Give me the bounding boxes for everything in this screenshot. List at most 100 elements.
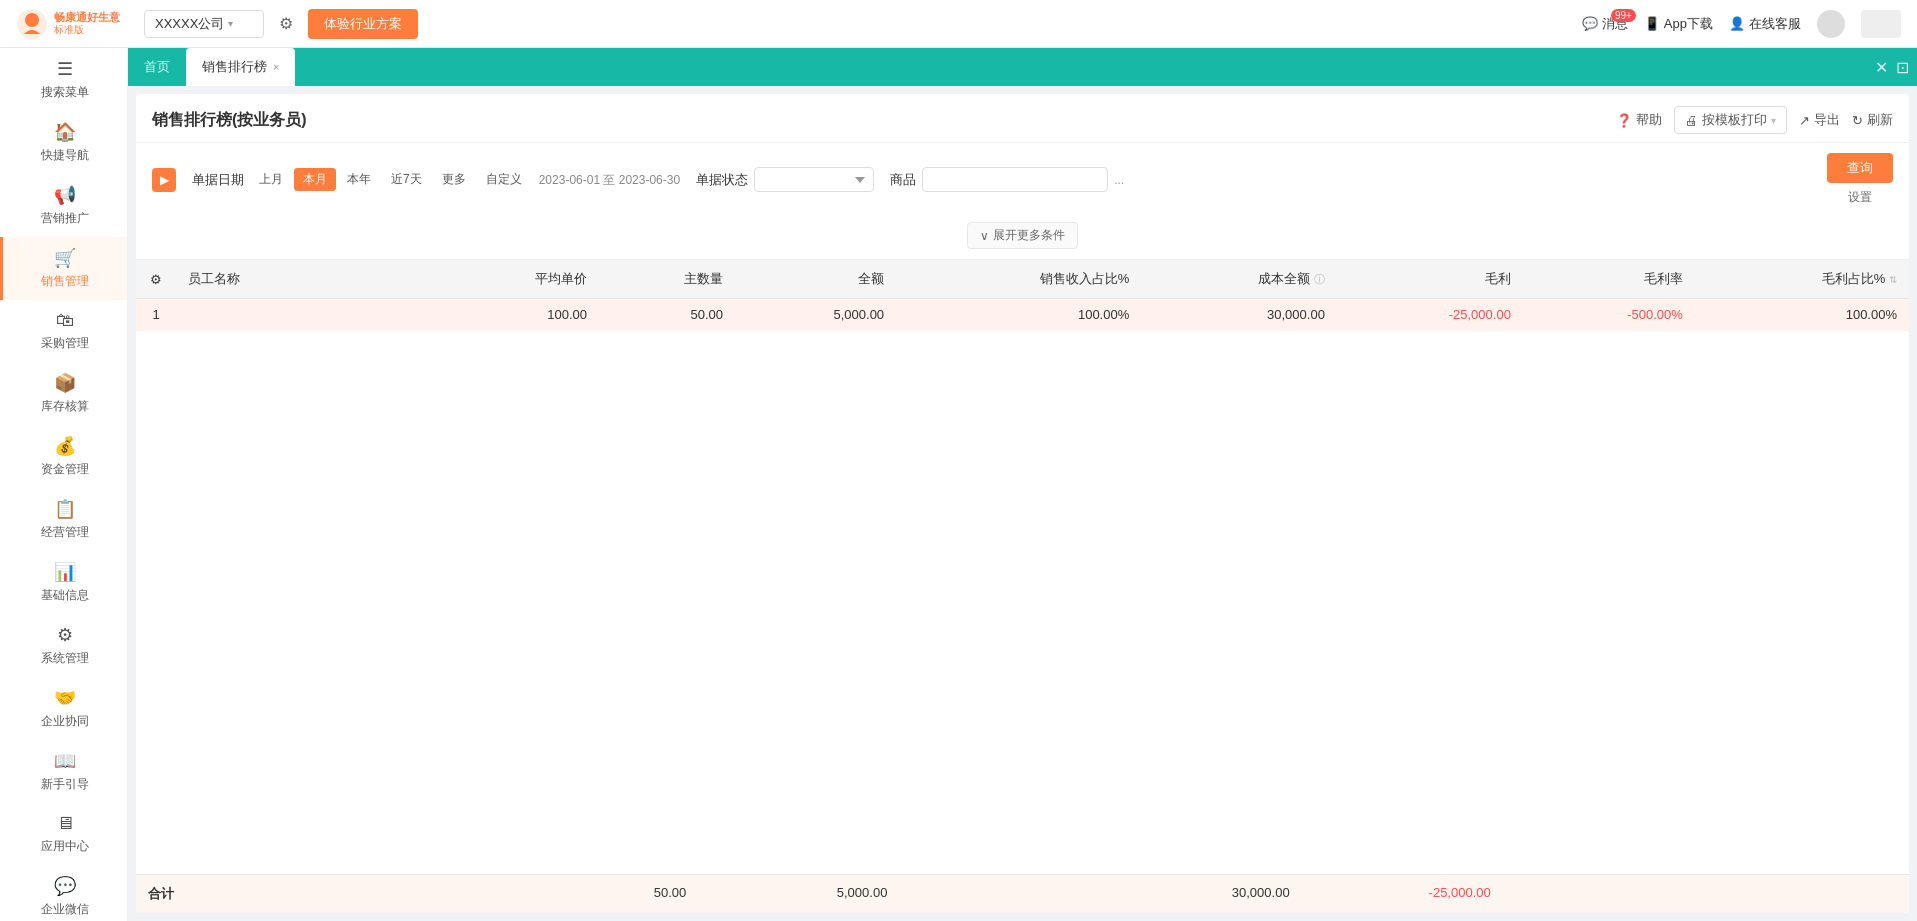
sidebar-item-wechat[interactable]: 💬 企业微信 — [0, 865, 127, 921]
print-btn[interactable]: 🖨 按模板打印 ▾ — [1674, 106, 1787, 134]
footer-label: 合计 — [148, 885, 288, 903]
page-content: 销售排行榜(按业务员) ❓ 帮助 🖨 按模板打印 ▾ ↗ 导出 — [136, 94, 1909, 913]
col-avg-price: 平均单价 — [435, 260, 599, 299]
company-settings-icon[interactable]: ⚙ — [272, 10, 300, 38]
footer-avg-price — [288, 885, 489, 903]
expand-more-btn[interactable]: ∨ 展开更多条件 — [967, 222, 1078, 249]
app-download-btn[interactable]: 📱 App下载 — [1644, 15, 1713, 33]
home-tab-label: 首页 — [144, 58, 170, 76]
search-menu-icon: ☰ — [57, 58, 73, 80]
table-row: 1 100.00 50.00 5,000.00 100.00% 30,000.0… — [136, 299, 1909, 331]
refresh-btn[interactable]: ↻ 刷新 — [1852, 111, 1893, 129]
sidebar-label-finance: 资金管理 — [41, 461, 89, 478]
footer-sales-pct — [891, 885, 1092, 903]
company-name: XXXXX公司 — [155, 15, 224, 33]
date-tab-custom[interactable]: 自定义 — [477, 168, 531, 191]
footer-total: 5,000.00 — [690, 885, 891, 903]
filter-row: ▶ 单据日期 上月 本月 本年 近7天 更多 自定义 2023- — [152, 153, 1893, 206]
date-tab-7-days[interactable]: 近7天 — [382, 168, 431, 191]
sidebar-label-quicknav: 快捷导航 — [41, 147, 89, 164]
cell-rank: 1 — [136, 299, 176, 331]
cell-main-qty: 50.00 — [599, 299, 735, 331]
svg-point-1 — [25, 13, 39, 27]
online-service-label: 在线客服 — [1749, 15, 1801, 33]
sidebar-item-operations[interactable]: 📋 经营管理 — [0, 488, 127, 551]
date-tab-this-month[interactable]: 本月 — [294, 168, 336, 191]
sidebar-item-enterprise[interactable]: 🤝 企业协同 — [0, 677, 127, 740]
sidebar-item-marketing[interactable]: 📢 营销推广 — [0, 174, 127, 237]
online-service-btn[interactable]: 👤 在线客服 — [1729, 15, 1801, 33]
message-badge: 99+ — [1611, 9, 1636, 22]
company-selector[interactable]: XXXXX公司 ▾ — [144, 10, 264, 38]
tab-close-icon[interactable]: × — [273, 61, 279, 73]
date-tab-more[interactable]: 更多 — [433, 168, 475, 191]
message-btn[interactable]: 💬 消息 99+ — [1582, 15, 1628, 33]
logo-icon — [16, 8, 48, 40]
sidebar-item-inventory[interactable]: 📦 库存核算 — [0, 362, 127, 425]
sidebar-item-system[interactable]: ⚙ 系统管理 — [0, 614, 127, 677]
sidebar-label-enterprise: 企业协同 — [41, 713, 89, 730]
cell-gross-pct: 100.00% — [1695, 299, 1909, 331]
export-btn[interactable]: ↗ 导出 — [1799, 111, 1840, 129]
sidebar-item-search[interactable]: ☰ 搜索菜单 — [0, 48, 127, 111]
system-icon: ⚙ — [57, 624, 73, 646]
active-tab-label: 销售排行榜 — [202, 58, 267, 76]
date-tabs: 上月 本月 本年 近7天 更多 自定义 — [250, 168, 531, 191]
status-filter-select[interactable] — [754, 167, 874, 192]
tab-home[interactable]: 首页 — [128, 48, 186, 86]
sidebar: ☰ 搜索菜单 🏠 快捷导航 📢 营销推广 🛒 销售管理 🛍 采购管理 📦 库存核… — [0, 48, 128, 921]
sidebar-label-search: 搜索菜单 — [41, 84, 89, 101]
avatar[interactable] — [1817, 10, 1845, 38]
window-expand-icon[interactable]: ⊡ — [1896, 58, 1909, 77]
goods-filter-input[interactable] — [922, 167, 1108, 192]
col-name: 员工名称 — [176, 260, 435, 299]
query-section: 查询 设置 — [1827, 153, 1893, 206]
footer-cells: 50.00 5,000.00 30,000.00 -25,000.00 — [288, 885, 1897, 903]
filter-toggle-btn[interactable]: ▶ — [152, 168, 176, 192]
sort-icon[interactable]: ⇅ — [1889, 274, 1897, 285]
footer-gross: -25,000.00 — [1294, 885, 1495, 903]
sidebar-item-apps[interactable]: 🖥 应用中心 — [0, 803, 127, 865]
goods-filter-label: 商品 — [890, 171, 916, 189]
cell-gross: -25,000.00 — [1337, 299, 1523, 331]
home-icon: 🏠 — [54, 121, 76, 143]
query-button[interactable]: 查询 — [1827, 153, 1893, 183]
sidebar-label-apps: 应用中心 — [41, 838, 89, 855]
sidebar-item-guide[interactable]: 📖 新手引导 — [0, 740, 127, 803]
col-gross: 毛利 — [1337, 260, 1523, 299]
inventory-icon: 📦 — [54, 372, 76, 394]
enterprise-icon: 🤝 — [54, 687, 76, 709]
window-close-icon[interactable]: ✕ — [1875, 58, 1888, 77]
print-icon: 🖨 — [1685, 113, 1698, 128]
goods-filter-more[interactable]: ... — [1114, 173, 1124, 187]
tab-sales-ranking[interactable]: 销售排行榜 × — [186, 48, 295, 86]
sidebar-item-sales[interactable]: 🛒 销售管理 — [0, 237, 127, 300]
sidebar-item-basic-info[interactable]: 📊 基础信息 — [0, 551, 127, 614]
date-tab-last-month[interactable]: 上月 — [250, 168, 292, 191]
sidebar-item-quicknav[interactable]: 🏠 快捷导航 — [0, 111, 127, 174]
cell-sales-pct: 100.00% — [896, 299, 1141, 331]
help-icon: ❓ — [1616, 113, 1632, 128]
date-range-display: 2023-06-01 至 2023-06-30 — [539, 170, 680, 189]
sidebar-label-wechat: 企业微信 — [41, 901, 89, 918]
help-btn[interactable]: ❓ 帮助 — [1616, 111, 1662, 129]
app-icon: 📱 — [1644, 16, 1660, 31]
operations-icon: 📋 — [54, 498, 76, 520]
date-tab-this-year[interactable]: 本年 — [338, 168, 380, 191]
sidebar-item-purchase[interactable]: 🛍 采购管理 — [0, 300, 127, 362]
col-main-qty: 主数量 — [599, 260, 735, 299]
cost-help-icon: ⓘ — [1314, 273, 1325, 285]
sales-icon: 🛒 — [54, 247, 76, 269]
filter-settings-link[interactable]: 设置 — [1848, 189, 1872, 206]
sidebar-label-purchase: 采购管理 — [41, 335, 89, 352]
marketing-icon: 📢 — [54, 184, 76, 206]
status-filter-label: 单据状态 — [696, 171, 748, 189]
footer-cost-total: 30,000.00 — [1093, 885, 1294, 903]
trial-button[interactable]: 体验行业方案 — [308, 9, 418, 39]
sidebar-item-finance[interactable]: 💰 资金管理 — [0, 425, 127, 488]
status-filter-group: 单据状态 — [696, 167, 874, 192]
message-icon: 💬 — [1582, 16, 1598, 31]
print-chevron-icon: ▾ — [1771, 115, 1776, 126]
cell-gross-rate: -500.00% — [1523, 299, 1695, 331]
sidebar-label-marketing: 营销推广 — [41, 210, 89, 227]
